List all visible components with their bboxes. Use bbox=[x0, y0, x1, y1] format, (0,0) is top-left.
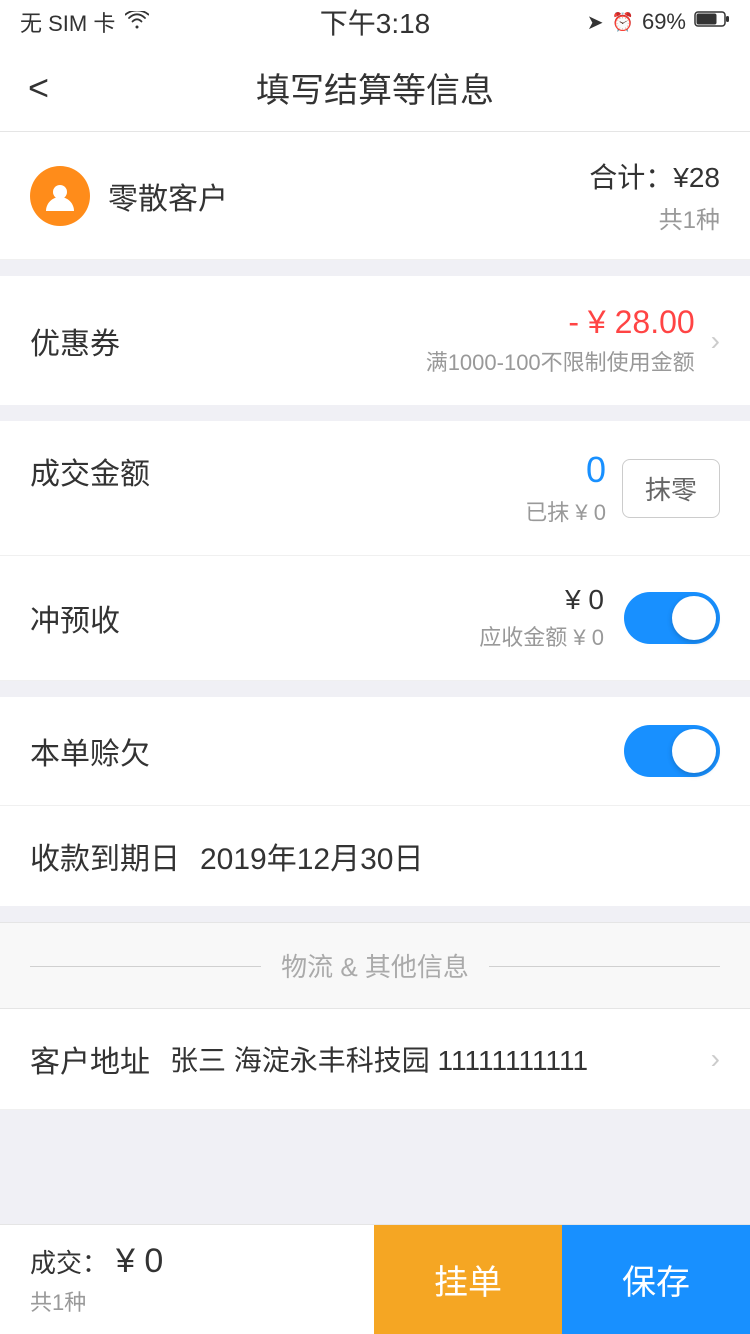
location-icon: ➤ bbox=[587, 10, 604, 35]
precollect-toggle[interactable] bbox=[624, 592, 720, 644]
address-label: 客户地址 bbox=[30, 1037, 150, 1081]
coupon-section: 优惠券 - ¥ 28.00 满1000-100不限制使用金额 › bbox=[0, 276, 750, 405]
back-button[interactable]: < bbox=[28, 67, 49, 109]
transaction-value: 0 bbox=[525, 449, 606, 491]
precollect-right: ¥ 0 应收金额 ¥ 0 bbox=[479, 584, 720, 652]
save-button[interactable]: 保存 bbox=[562, 1225, 750, 1334]
precollect-toggle-knob bbox=[672, 596, 716, 640]
battery-icon bbox=[694, 9, 730, 35]
status-bar: 无 SIM 卡 下午3:18 ➤ ⏰ 69% bbox=[0, 0, 750, 44]
coupon-value: - ¥ 28.00 满1000-100不限制使用金额 bbox=[426, 304, 695, 377]
customer-row: 零散客户 合计：¥28 共1种 bbox=[0, 132, 750, 260]
transaction-section: 成交金额 0 已抹 ¥ 0 抹零 冲预收 ¥ 0 应收金额 ¥ 0 bbox=[0, 421, 750, 681]
footer-count: 共1种 bbox=[30, 1285, 344, 1317]
footer: 成交： ¥ 0 共1种 挂单 保存 bbox=[0, 1224, 750, 1334]
transaction-label: 成交金额 bbox=[30, 449, 150, 493]
battery-label: 69% bbox=[642, 9, 686, 35]
precollect-main-amount: ¥ 0 bbox=[479, 584, 604, 616]
round-button[interactable]: 抹零 bbox=[622, 459, 720, 518]
divider-4 bbox=[0, 906, 750, 922]
customer-right: 合计：¥28 共1种 bbox=[589, 156, 720, 235]
coupon-amount: - ¥ 28.00 bbox=[426, 304, 695, 341]
footer-deal-amount: ¥ 0 bbox=[116, 1242, 163, 1281]
precollect-sub-amount: 应收金额 ¥ 0 bbox=[479, 620, 604, 652]
debit-label: 本单赊欠 bbox=[30, 729, 150, 773]
transaction-row: 成交金额 0 已抹 ¥ 0 抹零 bbox=[0, 421, 750, 556]
page-title: 填写结算等信息 bbox=[256, 63, 494, 112]
amount-display: 0 已抹 ¥ 0 bbox=[525, 449, 606, 527]
coupon-label: 优惠券 bbox=[30, 319, 120, 363]
status-time: 下午3:18 bbox=[320, 2, 431, 42]
debit-toggle[interactable] bbox=[624, 725, 720, 777]
footer-info: 成交： ¥ 0 共1种 bbox=[0, 1242, 374, 1317]
due-date-label: 收款到期日 bbox=[30, 834, 180, 878]
divider-1 bbox=[0, 260, 750, 276]
customer-avatar bbox=[30, 166, 90, 226]
debit-toggle-knob bbox=[672, 729, 716, 773]
address-value: 张三 海淀永丰科技园 11111111111 bbox=[170, 1039, 691, 1079]
logistics-section: 物流 & 其他信息 bbox=[0, 922, 750, 1009]
address-section: 客户地址 张三 海淀永丰科技园 11111111111 › bbox=[0, 1009, 750, 1110]
due-date-row: 收款到期日 2019年12月30日 bbox=[0, 806, 750, 906]
divider-2 bbox=[0, 405, 750, 421]
pending-button[interactable]: 挂单 bbox=[374, 1225, 562, 1334]
debit-row: 本单赊欠 bbox=[0, 697, 750, 806]
precollect-row: 冲预收 ¥ 0 应收金额 ¥ 0 bbox=[0, 556, 750, 681]
total-count: 共1种 bbox=[589, 200, 720, 235]
footer-deal: 成交： ¥ 0 bbox=[30, 1242, 344, 1281]
logistics-label: 物流 & 其他信息 bbox=[261, 947, 489, 984]
address-row[interactable]: 客户地址 张三 海淀永丰科技园 11111111111 › bbox=[0, 1009, 750, 1110]
due-date-value: 2019年12月30日 bbox=[200, 834, 423, 878]
transaction-sub: 已抹 ¥ 0 bbox=[525, 495, 606, 527]
nav-bar: < 填写结算等信息 bbox=[0, 44, 750, 132]
customer-name: 零散客户 bbox=[108, 174, 228, 218]
footer-deal-label: 成交： bbox=[30, 1243, 108, 1280]
divider-3 bbox=[0, 681, 750, 697]
status-right: ➤ ⏰ 69% bbox=[587, 9, 730, 35]
debit-section: 本单赊欠 收款到期日 2019年12月30日 bbox=[0, 697, 750, 906]
coupon-right: - ¥ 28.00 满1000-100不限制使用金额 › bbox=[120, 304, 720, 377]
total-amount: 合计：¥28 bbox=[589, 156, 720, 196]
transaction-right: 0 已抹 ¥ 0 抹零 bbox=[525, 449, 720, 527]
coupon-desc: 满1000-100不限制使用金额 bbox=[426, 345, 695, 377]
coupon-row[interactable]: 优惠券 - ¥ 28.00 满1000-100不限制使用金额 › bbox=[0, 276, 750, 405]
precollect-label: 冲预收 bbox=[30, 596, 120, 640]
precollect-amounts: ¥ 0 应收金额 ¥ 0 bbox=[479, 584, 604, 652]
alarm-icon: ⏰ bbox=[612, 12, 634, 33]
customer-left: 零散客户 bbox=[30, 166, 228, 226]
status-left: 无 SIM 卡 bbox=[20, 6, 149, 38]
carrier-label: 无 SIM 卡 bbox=[20, 6, 115, 38]
address-chevron-icon: › bbox=[711, 1043, 720, 1075]
coupon-chevron-icon: › bbox=[711, 325, 720, 357]
wifi-icon bbox=[125, 9, 149, 35]
